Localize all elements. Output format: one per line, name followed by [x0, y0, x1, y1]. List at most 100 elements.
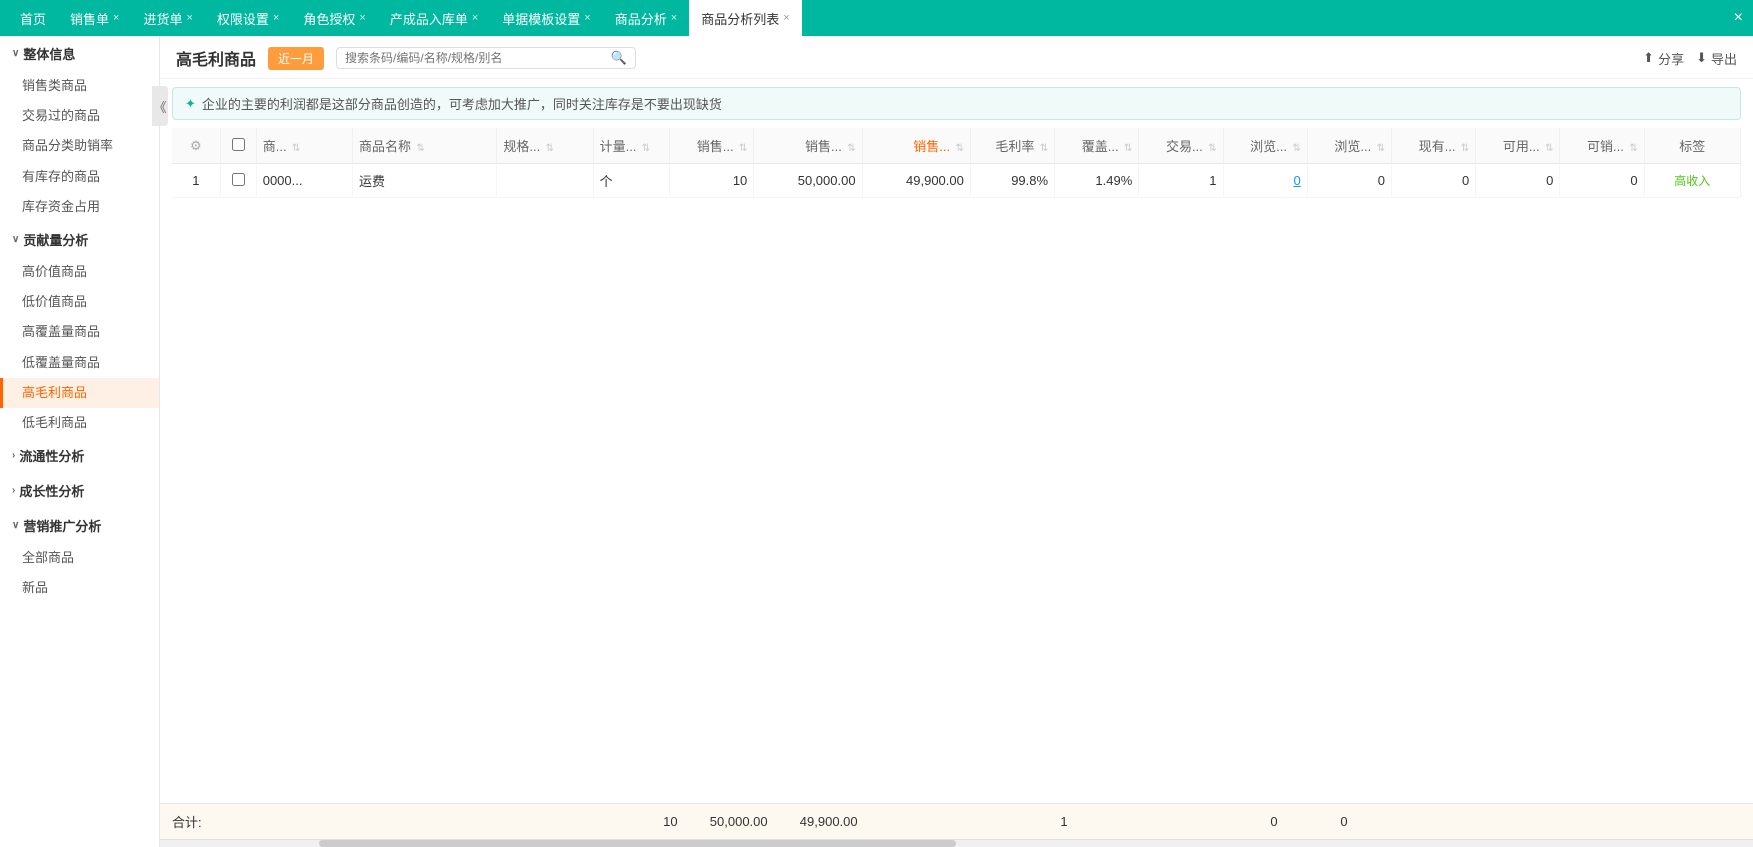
sidebar-item-category-rate[interactable]: 商品分类助销率	[0, 131, 159, 161]
share-button[interactable]: ⬆ 分享	[1643, 49, 1684, 68]
search-icon[interactable]: 🔍	[611, 50, 627, 66]
sidebar-item-high-value[interactable]: 高价值商品	[0, 257, 159, 287]
sort-icon-trade[interactable]: ⇅	[1208, 143, 1216, 154]
sidebar-item-new-products[interactable]: 新品	[0, 573, 159, 603]
nav-product-analysis[interactable]: 商品分析 ×	[603, 0, 689, 36]
col-header-trade: 交易... ⇅	[1139, 128, 1223, 164]
share-icon: ⬆	[1643, 50, 1654, 66]
sidebar-group-liquidity[interactable]: › 流通性分析	[0, 438, 159, 473]
nav-sales-order[interactable]: 销售单 ×	[58, 0, 131, 36]
sort-icon-sales-amount2[interactable]: ⇅	[955, 143, 963, 154]
sidebar-collapse-button[interactable]: 《	[152, 86, 168, 126]
close-product-analysis-list[interactable]: ×	[783, 12, 789, 24]
header-actions: ⬆ 分享 ⬇ 导出	[1643, 49, 1737, 68]
sidebar: ∨ 整体信息 销售类商品 交易过的商品 商品分类助销率 有库存的商品 库存资金占…	[0, 36, 160, 847]
sort-icon-coverage[interactable]: ⇅	[1124, 143, 1132, 154]
export-button[interactable]: ⬇ 导出	[1696, 49, 1737, 68]
nav-permission-settings[interactable]: 权限设置 ×	[205, 0, 291, 36]
col-header-checkbox	[220, 128, 256, 164]
cell-sales-amount1: 50,000.00	[754, 164, 862, 198]
cell-sales-amount2: 49,900.00	[862, 164, 970, 198]
footer-sales-qty: 10	[624, 814, 694, 829]
row-checkbox[interactable]	[232, 173, 245, 186]
sort-icon-browse1[interactable]: ⇅	[1292, 143, 1300, 154]
sort-icon-sellable[interactable]: ⇅	[1629, 143, 1637, 154]
sort-icon-unit[interactable]: ⇅	[642, 143, 650, 154]
sidebar-group-contribution[interactable]: ∨ 贡献量分析	[0, 222, 159, 257]
close-template-settings[interactable]: ×	[584, 12, 590, 24]
content-header: 高毛利商品 近一月 🔍 ⬆ 分享 ⬇ 导出	[160, 36, 1753, 79]
cell-stock2: 0	[1476, 164, 1560, 198]
info-icon: ✦	[185, 96, 196, 112]
col-header-name: 商品名称 ⇅	[352, 128, 496, 164]
sidebar-item-low-value[interactable]: 低价值商品	[0, 287, 159, 317]
sort-icon-stock2[interactable]: ⇅	[1545, 143, 1553, 154]
col-header-code: 商... ⇅	[256, 128, 352, 164]
browse1-link[interactable]: 0	[1294, 173, 1301, 188]
footer-label: 合计:	[172, 812, 202, 831]
sort-icon-browse2[interactable]: ⇅	[1377, 143, 1385, 154]
footer-amount2: 49,900.00	[784, 814, 874, 829]
col-header-spec: 规格... ⇅	[497, 128, 593, 164]
sidebar-item-sales-goods[interactable]: 销售类商品	[0, 71, 159, 101]
col-header-sales-amount2: 销售... ⇅	[862, 128, 970, 164]
nav-role-auth[interactable]: 角色授权 ×	[291, 0, 377, 36]
close-purchase-order[interactable]: ×	[186, 12, 192, 24]
sidebar-item-stock-capital[interactable]: 库存资金占用	[0, 192, 159, 222]
col-header-browse2: 浏览... ⇅	[1307, 128, 1391, 164]
cell-num: 1	[172, 164, 220, 198]
col-header-unit: 计量... ⇅	[593, 128, 669, 164]
sort-icon-stock1[interactable]: ⇅	[1461, 143, 1469, 154]
cell-coverage: 1.49%	[1055, 164, 1139, 198]
horizontal-scrollbar[interactable]	[160, 839, 1753, 847]
arrow-icon-liquidity: ›	[12, 450, 15, 461]
search-input[interactable]	[345, 51, 611, 65]
nav-home[interactable]: 首页	[8, 0, 58, 36]
close-permission-settings[interactable]: ×	[273, 12, 279, 24]
col-header-tag: 标签	[1644, 128, 1740, 164]
cell-name: 运费	[352, 164, 496, 198]
table-row: 1 0000... 运费	[172, 164, 1741, 198]
nav-product-analysis-list[interactable]: 商品分析列表 ×	[689, 0, 801, 36]
arrow-icon: ∨	[12, 48, 19, 59]
table-footer: 合计: 10 50,000.00 49,900.00 1 0 0	[160, 803, 1753, 839]
close-product-warehouse[interactable]: ×	[472, 12, 478, 24]
close-role-auth[interactable]: ×	[359, 12, 365, 24]
arrow-icon-contribution: ∨	[12, 234, 19, 245]
sidebar-item-all-goods[interactable]: 全部商品	[0, 543, 159, 573]
nav-template-settings[interactable]: 单据模板设置 ×	[490, 0, 602, 36]
cell-stock1: 0	[1391, 164, 1475, 198]
sort-icon-sales-amount1[interactable]: ⇅	[847, 143, 855, 154]
sidebar-item-low-coverage[interactable]: 低覆盖量商品	[0, 348, 159, 378]
col-header-settings: ⚙	[172, 128, 220, 164]
sort-icon-sales-qty[interactable]: ⇅	[739, 143, 747, 154]
sort-icon-name[interactable]: ⇅	[416, 143, 424, 154]
sidebar-group-overall[interactable]: ∨ 整体信息	[0, 36, 159, 71]
close-all-tabs[interactable]: ×	[1734, 9, 1743, 27]
footer-trade: 1	[1014, 814, 1084, 829]
col-header-coverage: 覆盖... ⇅	[1055, 128, 1139, 164]
close-product-analysis[interactable]: ×	[671, 12, 677, 24]
nav-product-warehouse[interactable]: 产成品入库单 ×	[378, 0, 490, 36]
cell-checkbox	[220, 164, 256, 198]
sidebar-item-in-stock[interactable]: 有库存的商品	[0, 162, 159, 192]
sidebar-item-low-margin[interactable]: 低毛利商品	[0, 408, 159, 438]
data-table: ⚙ 商... ⇅ 商品名称 ⇅	[172, 128, 1741, 198]
cell-browse2: 0	[1307, 164, 1391, 198]
nav-purchase-order[interactable]: 进货单 ×	[131, 0, 204, 36]
sidebar-group-marketing[interactable]: ∨ 营销推广分析	[0, 508, 159, 543]
close-sales-order[interactable]: ×	[113, 12, 119, 24]
sidebar-item-high-margin[interactable]: 高毛利商品	[0, 378, 159, 408]
filter-period-button[interactable]: 近一月	[268, 47, 324, 70]
sort-icon-code[interactable]: ⇅	[292, 143, 300, 154]
sidebar-item-high-coverage[interactable]: 高覆盖量商品	[0, 317, 159, 347]
sort-icon-gross-rate[interactable]: ⇅	[1040, 143, 1048, 154]
cell-unit: 个	[593, 164, 669, 198]
footer-stock2: 0	[1294, 814, 1364, 829]
footer-amount1: 50,000.00	[694, 814, 784, 829]
column-settings-icon[interactable]: ⚙	[190, 138, 202, 153]
sidebar-item-traded-goods[interactable]: 交易过的商品	[0, 101, 159, 131]
sort-icon-spec[interactable]: ⇅	[546, 143, 554, 154]
select-all-checkbox[interactable]	[232, 138, 245, 151]
sidebar-group-growth[interactable]: › 成长性分析	[0, 473, 159, 508]
